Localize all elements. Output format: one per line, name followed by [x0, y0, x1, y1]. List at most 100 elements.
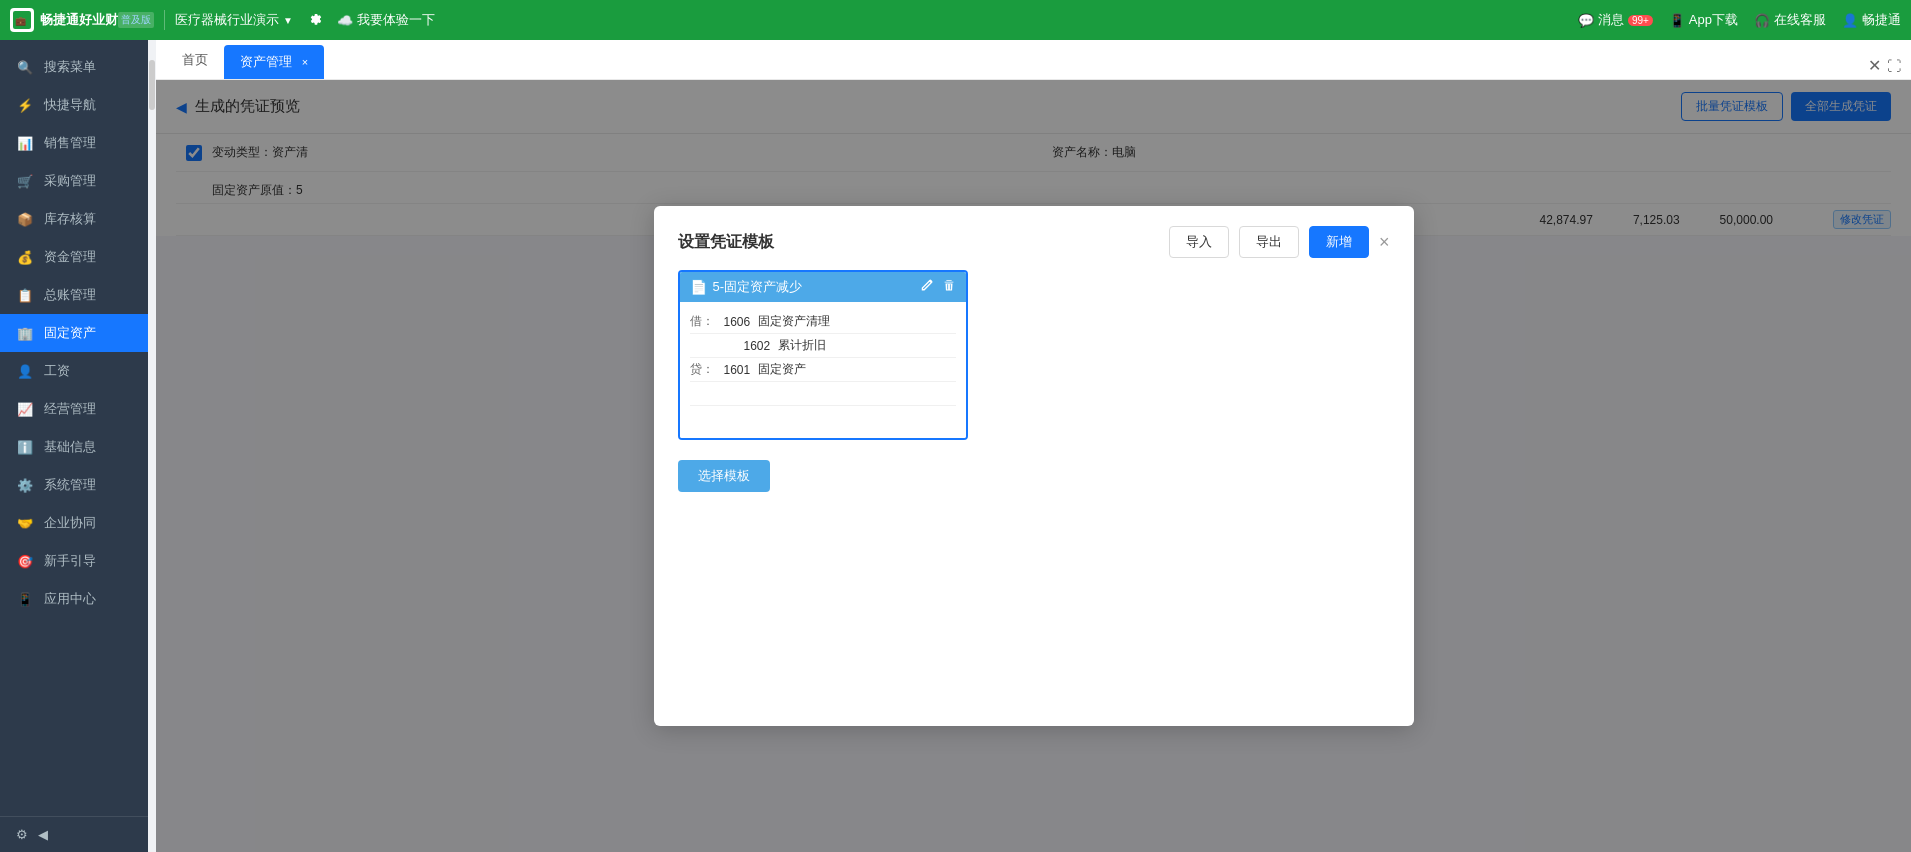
debit-label: 借： [690, 313, 720, 330]
template-card: 📄 5-固定资产减少 [678, 270, 968, 440]
tab-asset-label: 资产管理 [240, 54, 292, 69]
experience-label: 我要体验一下 [357, 11, 435, 29]
modal-dialog: 设置凭证模板 导入 导出 新增 × [654, 206, 1414, 726]
sidebar-label-ops: 经营管理 [44, 400, 96, 418]
finance-icon: 💰 [16, 248, 34, 266]
template-doc-icon: 📄 [690, 279, 707, 295]
sidebar-top: 🔍 搜索菜单 ⚡ 快捷导航 📊 销售管理 🛒 采购管理 [0, 40, 148, 626]
message-icon: 💬 [1578, 13, 1594, 28]
tab-close-icon[interactable]: × [302, 56, 308, 68]
phone-icon: 📱 [1669, 13, 1685, 28]
sidebar-item-quicknav[interactable]: ⚡ 快捷导航 [0, 86, 148, 124]
settings-icon-btn[interactable] [301, 6, 329, 34]
sidebar-item-fixed[interactable]: 🏢 固定资产 [0, 314, 148, 352]
export-btn[interactable]: 导出 [1239, 226, 1299, 258]
online-service-label: 在线客服 [1774, 11, 1826, 29]
brand-icon: 💼 [10, 8, 34, 32]
system-icon: ⚙️ [16, 476, 34, 494]
top-bar-middle: 医疗器械行业演示 ▼ ☁️ 我要体验一下 [175, 6, 1578, 34]
tab-asset-mgmt[interactable]: 资产管理 × [224, 45, 324, 79]
template-card-header-left: 📄 5-固定资产减少 [690, 278, 803, 296]
sidebar-label-purchase: 采购管理 [44, 172, 96, 190]
ops-icon: 📈 [16, 400, 34, 418]
guide-icon: 🎯 [16, 552, 34, 570]
sidebar-item-search[interactable]: 🔍 搜索菜单 [0, 48, 148, 86]
sidebar-label-sales: 销售管理 [44, 134, 96, 152]
user-profile[interactable]: 👤 畅捷通 [1842, 11, 1901, 29]
app-download-btn[interactable]: 📱 App下载 [1669, 11, 1738, 29]
tab-home[interactable]: 首页 [166, 43, 224, 79]
sidebar-settings-icon[interactable]: ⚙ [16, 827, 28, 842]
select-template-btn[interactable]: 选择模板 [678, 460, 770, 492]
modal-title: 设置凭证模板 [678, 232, 774, 253]
template-empty-row-2 [690, 406, 956, 430]
version-tag: 普及版 [118, 12, 154, 28]
sidebar-label-search: 搜索菜单 [44, 58, 96, 76]
chevron-down-icon: ▼ [283, 15, 293, 26]
modal-overlay: 设置凭证模板 导入 导出 新增 × [156, 80, 1911, 852]
top-bar: 💼 畅捷通好业财 普及版 医疗器械行业演示 ▼ ☁️ 我要体验一下 💬 消息 9… [0, 0, 1911, 40]
new-btn[interactable]: 新增 [1309, 226, 1369, 258]
sidebar-item-sales[interactable]: 📊 销售管理 [0, 124, 148, 162]
sidebar-item-system[interactable]: ⚙️ 系统管理 [0, 466, 148, 504]
fixed-icon: 🏢 [16, 324, 34, 342]
cloud-icon: ☁️ [337, 13, 353, 28]
headset-icon: 🎧 [1754, 13, 1770, 28]
sidebar-bottom: ⚙ ◀ [0, 816, 148, 852]
template-empty-row-1 [690, 382, 956, 406]
top-bar-right: 💬 消息 99+ 📱 App下载 🎧 在线客服 👤 畅捷通 [1578, 11, 1901, 29]
sidebar-label-salary: 工资 [44, 362, 70, 380]
template-name: 5-固定资产减少 [713, 278, 803, 296]
sidebar-item-purchase[interactable]: 🛒 采购管理 [0, 162, 148, 200]
apps-icon: 📱 [16, 590, 34, 608]
collab-icon: 🤝 [16, 514, 34, 532]
sidebar-label-base: 基础信息 [44, 438, 96, 456]
modal-header: 设置凭证模板 导入 导出 新增 × [654, 206, 1414, 270]
sidebar-item-salary[interactable]: 👤 工资 [0, 352, 148, 390]
modal-header-actions: 导入 导出 新增 [1169, 226, 1369, 258]
inventory-icon: 📦 [16, 210, 34, 228]
tab-home-label: 首页 [182, 52, 208, 67]
import-btn[interactable]: 导入 [1169, 226, 1229, 258]
divider [164, 10, 165, 30]
modal-close-icon[interactable]: × [1379, 232, 1390, 253]
sidebar-item-base[interactable]: ℹ️ 基础信息 [0, 428, 148, 466]
modal-body: 📄 5-固定资产减少 [654, 270, 1414, 726]
sidebar-item-inventory[interactable]: 📦 库存核算 [0, 200, 148, 238]
brand: 💼 畅捷通好业财 [10, 8, 118, 32]
sidebar-item-guide[interactable]: 🎯 新手引导 [0, 542, 148, 580]
sidebar-label-system: 系统管理 [44, 476, 96, 494]
experience-btn[interactable]: ☁️ 我要体验一下 [337, 11, 435, 29]
window-close-icon[interactable]: ✕ [1868, 56, 1881, 75]
messages-label: 消息 [1598, 11, 1624, 29]
messages-btn[interactable]: 💬 消息 99+ [1578, 11, 1653, 29]
template-delete-icon[interactable] [942, 279, 956, 296]
template-body: 借： 1606 固定资产清理 1602 累计折旧 [680, 302, 966, 438]
sidebar-item-apps[interactable]: 📱 应用中心 [0, 580, 148, 618]
sidebar-label-quicknav: 快捷导航 [44, 96, 96, 114]
template-edit-icon[interactable] [920, 279, 934, 296]
content-area: 首页 资产管理 × ✕ ⛶ ◀ 生成的凭证预览 [156, 40, 1911, 852]
sidebar-item-ledger[interactable]: 📋 总账管理 [0, 276, 148, 314]
messages-badge: 99+ [1628, 15, 1653, 26]
credit-name-1: 固定资产 [758, 361, 806, 378]
svg-text:💼: 💼 [15, 15, 27, 27]
ledger-icon: 📋 [16, 286, 34, 304]
sidebar-item-collab[interactable]: 🤝 企业协同 [0, 504, 148, 542]
avatar-icon: 👤 [1842, 13, 1858, 28]
sidebar-label-fixed: 固定资产 [44, 324, 96, 342]
template-card-header: 📄 5-固定资产减少 [680, 272, 966, 302]
window-maximize-icon[interactable]: ⛶ [1887, 58, 1901, 74]
sales-icon: 📊 [16, 134, 34, 152]
sidebar-label-ledger: 总账管理 [44, 286, 96, 304]
sidebar-label-guide: 新手引导 [44, 552, 96, 570]
sidebar-item-finance[interactable]: 💰 资金管理 [0, 238, 148, 276]
template-debit-row-1: 借： 1606 固定资产清理 [690, 310, 956, 334]
sidebar-scrollbar[interactable] [148, 40, 156, 852]
sidebar-item-ops[interactable]: 📈 经营管理 [0, 390, 148, 428]
company-selector[interactable]: 医疗器械行业演示 ▼ [175, 11, 293, 29]
sidebar-label-collab: 企业协同 [44, 514, 96, 532]
sidebar-collapse-icon[interactable]: ◀ [38, 827, 48, 842]
online-service-btn[interactable]: 🎧 在线客服 [1754, 11, 1826, 29]
main-area: 🔍 搜索菜单 ⚡ 快捷导航 📊 销售管理 🛒 采购管理 [0, 40, 1911, 852]
